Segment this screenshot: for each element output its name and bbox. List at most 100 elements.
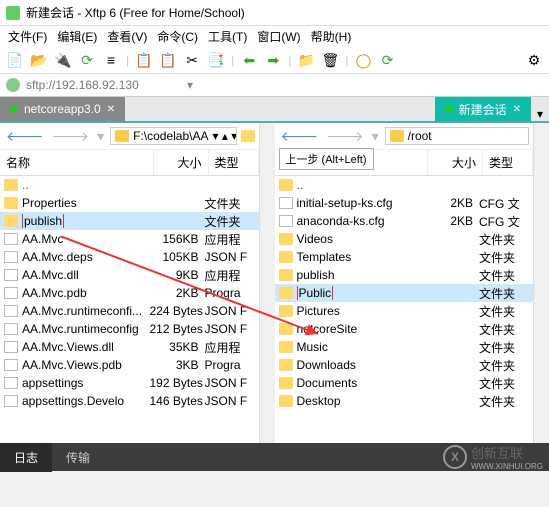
file-name: Public — [297, 286, 334, 300]
forward-icon[interactable]: 🡒 — [324, 128, 366, 145]
col-type[interactable]: 类型 — [483, 150, 533, 175]
address-dropdown-icon[interactable]: ▾ — [187, 78, 193, 92]
file-row[interactable]: AA.Mvc.pdb2KBProgra — [0, 284, 259, 302]
file-row[interactable]: Public文件夹 — [275, 284, 534, 302]
file-row[interactable]: Pictures文件夹 — [275, 302, 534, 320]
right-file-list[interactable]: ..initial-setup-ks.cfg2KBCFG 文anaconda-k… — [275, 176, 534, 443]
file-row[interactable]: anaconda-ks.cfg2KBCFG 文 — [275, 212, 534, 230]
file-row[interactable]: appsettings192 BytesJSON F — [0, 374, 259, 392]
file-row[interactable]: Documents 文件夹 — [275, 374, 534, 392]
file-row[interactable]: Videos文件夹 — [275, 230, 534, 248]
scrollbar[interactable] — [533, 123, 549, 443]
file-type: CFG 文 — [479, 213, 529, 230]
menu-edit[interactable]: 编辑(E) — [57, 28, 97, 45]
file-row[interactable]: AA.Mvc.runtimeconfig212 BytesJSON F — [0, 320, 259, 338]
file-type: 文件夹 — [205, 213, 255, 230]
file-row[interactable]: netcoreSite文件夹 — [275, 320, 534, 338]
folder-icon — [279, 233, 293, 245]
menu-bar: 文件(F) 编辑(E) 查看(V) 命令(C) 工具(T) 窗口(W) 帮助(H… — [0, 26, 549, 47]
file-row[interactable]: AA.Mvc.Views.pdb3KBProgra — [0, 356, 259, 374]
file-row[interactable]: Music文件夹 — [275, 338, 534, 356]
menu-view[interactable]: 查看(V) — [107, 28, 147, 45]
file-type: JSON F — [205, 394, 255, 408]
path-box[interactable]: F:\codelab\AA ▾ ▴ ▾ — [110, 127, 236, 145]
file-row[interactable]: AA.Mvc156KB应用程 — [0, 230, 259, 248]
file-row[interactable]: AA.Mvc.deps105KBJSON F — [0, 248, 259, 266]
cut-icon[interactable]: ✂ — [183, 51, 201, 69]
transfer-right-icon[interactable]: ➡ — [264, 51, 282, 69]
left-file-list[interactable]: ..Properties文件夹publish文件夹AA.Mvc156KB应用程A… — [0, 176, 259, 443]
file-row[interactable]: Downloads文件夹 — [275, 356, 534, 374]
menu-tools[interactable]: 工具(T) — [208, 28, 247, 45]
file-row[interactable]: .. — [275, 176, 534, 194]
file-row[interactable]: Desktop文件夹 — [275, 392, 534, 410]
file-type: 应用程 — [205, 339, 255, 356]
menu-file[interactable]: 文件(F) — [8, 28, 47, 45]
sync-icon[interactable]: 📑 — [207, 51, 225, 69]
file-row[interactable]: AA.Mvc.runtimeconfi...224 BytesJSON F — [0, 302, 259, 320]
delete-icon[interactable]: 🗑 — [321, 51, 339, 69]
tab-local[interactable]: netcoreapp3.0 ✕ — [0, 97, 125, 121]
folder-icon — [4, 215, 18, 227]
file-row[interactable]: AA.Mvc.dll9KB应用程 — [0, 266, 259, 284]
col-size[interactable]: 大小 — [428, 150, 483, 175]
folder-icon — [390, 130, 404, 142]
file-size: 2KB — [150, 286, 205, 300]
tab-remote[interactable]: 新建会话 ✕ — [435, 97, 531, 121]
menu-window[interactable]: 窗口(W) — [257, 28, 300, 45]
back-icon[interactable]: 🡐 — [4, 128, 46, 145]
file-row[interactable]: Templates文件夹 — [275, 248, 534, 266]
connect-icon[interactable]: 🔌 — [54, 51, 72, 69]
file-row[interactable]: publish文件夹 — [275, 266, 534, 284]
file-row[interactable]: appsettings.Develo146 BytesJSON F — [0, 392, 259, 410]
file-name: Videos — [297, 232, 333, 246]
folder-icon — [115, 130, 129, 142]
menu-help[interactable]: 帮助(H) — [311, 28, 352, 45]
file-row[interactable]: initial-setup-ks.cfg2KBCFG 文 — [275, 194, 534, 212]
file-name: AA.Mvc.runtimeconfi... — [22, 304, 142, 318]
new-icon[interactable]: 📄 — [6, 51, 24, 69]
window-titlebar: 新建会话 - Xftp 6 (Free for Home/School) — [0, 0, 549, 26]
folder-icon — [279, 323, 293, 335]
file-type: 文件夹 — [479, 375, 529, 392]
tab-log[interactable]: 日志 — [0, 443, 52, 472]
folder-icon — [4, 179, 18, 191]
tab-menu-icon[interactable]: ▾ — [531, 107, 549, 121]
watermark-logo: X 创新互联 WWW.XINHUI.ORG — [443, 443, 543, 471]
file-type: JSON F — [205, 322, 255, 336]
file-row[interactable]: Properties文件夹 — [0, 194, 259, 212]
home-icon[interactable] — [241, 130, 255, 142]
tab-transfer[interactable]: 传输 — [52, 443, 104, 472]
open-icon[interactable]: 📂 — [30, 51, 48, 69]
path-box[interactable]: /root — [385, 127, 529, 145]
copy-icon[interactable]: 📋 — [135, 51, 153, 69]
address-input[interactable] — [26, 78, 181, 92]
back-icon[interactable]: 🡐 — [279, 128, 321, 145]
file-row[interactable]: publish文件夹 — [0, 212, 259, 230]
file-row[interactable]: .. — [0, 176, 259, 194]
terminal-icon[interactable]: ◯ — [355, 51, 373, 69]
settings-icon[interactable]: ⚙ — [525, 51, 543, 69]
file-name: Documents — [297, 376, 358, 390]
forward-icon[interactable]: 🡒 — [50, 128, 92, 145]
props-icon[interactable]: ≡ — [102, 51, 120, 69]
newfolder-icon[interactable]: 📁 — [297, 51, 315, 69]
file-icon — [4, 233, 18, 245]
reconnect-icon[interactable]: ⟳ — [78, 51, 96, 69]
paste-icon[interactable]: 📋 — [159, 51, 177, 69]
path-text: F:\codelab\AA — [133, 129, 208, 143]
scrollbar[interactable] — [259, 123, 275, 443]
file-name: netcoreSite — [297, 322, 358, 336]
menu-command[interactable]: 命令(C) — [157, 28, 198, 45]
col-size[interactable]: 大小 — [154, 150, 209, 175]
toolbar: 📄 📂 🔌 ⟳ ≡ | 📋 📋 ✂ 📑 | ⬅ ➡ | 📁 🗑 | ◯ ⟳ ⚙ — [0, 47, 549, 74]
transfer-left-icon[interactable]: ⬅ — [240, 51, 258, 69]
status-dot-icon — [10, 105, 18, 113]
file-row[interactable]: AA.Mvc.Views.dll35KB应用程 — [0, 338, 259, 356]
col-type[interactable]: 类型 — [209, 150, 259, 175]
close-icon[interactable]: ✕ — [107, 104, 115, 115]
col-name[interactable]: 名称 — [0, 150, 154, 175]
refresh-icon[interactable]: ⟳ — [379, 51, 397, 69]
close-icon[interactable]: ✕ — [513, 104, 521, 115]
file-type: 应用程 — [205, 267, 255, 284]
